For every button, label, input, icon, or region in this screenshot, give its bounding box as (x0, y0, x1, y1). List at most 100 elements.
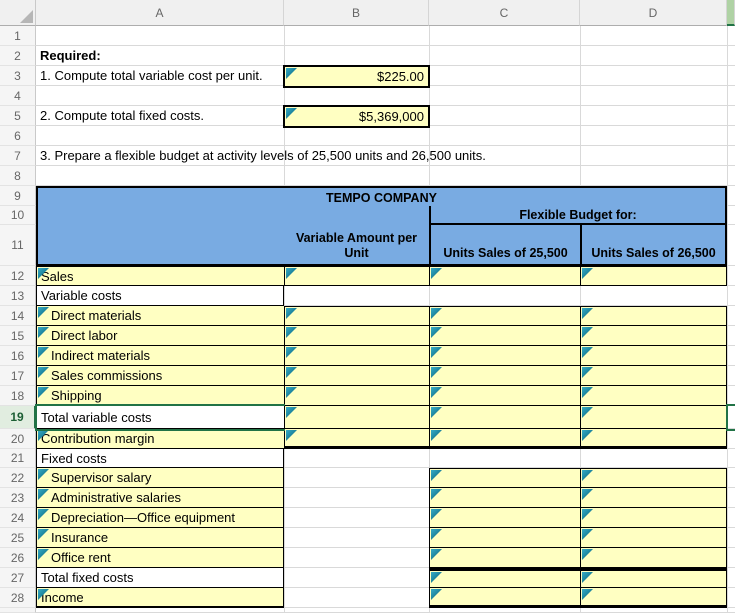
cell-b5-answer-input[interactable]: $5,369,000 (283, 105, 430, 128)
cell-b18-input[interactable] (284, 386, 429, 406)
row-header-22[interactable]: 22 (0, 468, 36, 488)
row-header-13[interactable]: 13 (0, 286, 36, 306)
cell-b3-answer-input[interactable]: $225.00 (283, 65, 430, 88)
variable-amount-header-cell[interactable]: Variable Amount per Unit (284, 225, 429, 264)
column-header-e[interactable] (727, 0, 735, 26)
cell-a12[interactable]: Sales (36, 266, 284, 286)
select-all-button[interactable] (0, 0, 36, 26)
row-header-27[interactable]: 27 (0, 568, 36, 588)
cell-c24-input[interactable] (429, 508, 580, 528)
table-title-cell[interactable]: TEMPO COMPANY (38, 188, 725, 207)
row-header-4[interactable]: 4 (0, 86, 36, 106)
cell-b19-input[interactable] (284, 406, 429, 429)
cell-a27[interactable]: Total fixed costs (36, 568, 284, 588)
cell-c28-input[interactable] (429, 588, 580, 608)
cell-a23[interactable]: Administrative salaries (36, 488, 284, 508)
row-header-11[interactable]: 11 (0, 225, 36, 266)
cell-d26-input[interactable] (580, 548, 727, 568)
cell-c12-input[interactable] (429, 266, 580, 286)
row-header-29[interactable] (0, 608, 36, 613)
cell-a14[interactable]: Direct materials (36, 306, 284, 326)
cell-c25-input[interactable] (429, 528, 580, 548)
cell-d22-input[interactable] (580, 468, 727, 488)
row-header-28[interactable]: 28 (0, 588, 36, 608)
cell-c27-input[interactable] (429, 568, 580, 588)
cell-c20-input[interactable] (429, 429, 580, 449)
cell-a17[interactable]: Sales commissions (36, 366, 284, 386)
cell-c17-input[interactable] (429, 366, 580, 386)
cell-a3-question1[interactable]: 1. Compute total variable cost per unit. (40, 66, 263, 86)
cell-a5-question2[interactable]: 2. Compute total fixed costs. (40, 106, 204, 126)
row-header-2[interactable]: 2 (0, 46, 36, 66)
row-header-3[interactable]: 3 (0, 66, 36, 86)
cell-a16[interactable]: Indirect materials (36, 346, 284, 366)
row-header-9[interactable]: 9 (0, 186, 36, 206)
column-header-b[interactable]: B (284, 0, 429, 26)
units-25500-header-cell[interactable]: Units Sales of 25,500 (429, 225, 580, 264)
cell-a26[interactable]: Office rent (36, 548, 284, 568)
cell-d17-input[interactable] (580, 366, 727, 386)
cell-a28[interactable]: Income (36, 588, 284, 608)
cell-b14-input[interactable] (284, 306, 429, 326)
cell-d16-input[interactable] (580, 346, 727, 366)
cell-a18[interactable]: Shipping (36, 386, 284, 406)
row-header-16[interactable]: 16 (0, 346, 36, 366)
cell-a25[interactable]: Insurance (36, 528, 284, 548)
cell-d28-input[interactable] (580, 588, 727, 608)
column-header-c[interactable]: C (429, 0, 580, 26)
row-header-24[interactable]: 24 (0, 508, 36, 528)
row-header-21[interactable]: 21 (0, 449, 36, 468)
cell-d18-input[interactable] (580, 386, 727, 406)
cell-c16-input[interactable] (429, 346, 580, 366)
cell-d23-input[interactable] (580, 488, 727, 508)
row-header-14[interactable]: 14 (0, 306, 36, 326)
flexible-budget-header-cell[interactable]: Flexible Budget for: (429, 206, 725, 225)
cell-b17-input[interactable] (284, 366, 429, 386)
cell-b15-input[interactable] (284, 326, 429, 346)
row-header-25[interactable]: 25 (0, 528, 36, 548)
row-header-12[interactable]: 12 (0, 266, 36, 286)
cell-d14-input[interactable] (580, 306, 727, 326)
units-26500-header-cell[interactable]: Units Sales of 26,500 (580, 225, 725, 264)
cell-a15[interactable]: Direct labor (36, 326, 284, 346)
row-header-7[interactable]: 7 (0, 146, 36, 166)
cell-d12-input[interactable] (580, 266, 727, 286)
cell-a24[interactable]: Depreciation—Office equipment (36, 508, 284, 528)
cell-a21[interactable]: Fixed costs (36, 449, 284, 468)
cell-c15-input[interactable] (429, 326, 580, 346)
row-header-17[interactable]: 17 (0, 366, 36, 386)
column-header-d[interactable]: D (580, 0, 727, 26)
row-header-6[interactable]: 6 (0, 126, 36, 146)
row-header-23[interactable]: 23 (0, 488, 36, 508)
row-header-19[interactable]: 19 (0, 406, 36, 429)
cell-d15-input[interactable] (580, 326, 727, 346)
row-header-20[interactable]: 20 (0, 429, 36, 449)
row-header-1[interactable]: 1 (0, 26, 36, 46)
cell-b16-input[interactable] (284, 346, 429, 366)
cell-d20-input[interactable] (580, 429, 727, 449)
cell-c14-input[interactable] (429, 306, 580, 326)
cell-c19-input[interactable] (429, 406, 580, 429)
cell-c18-input[interactable] (429, 386, 580, 406)
cell-c22-input[interactable] (429, 468, 580, 488)
row-header-26[interactable]: 26 (0, 548, 36, 568)
cell-b20-input[interactable] (284, 429, 429, 449)
cell-a13[interactable]: Variable costs (36, 286, 284, 306)
row-header-5[interactable]: 5 (0, 106, 36, 126)
cell-d24-input[interactable] (580, 508, 727, 528)
row-header-10[interactable]: 10 (0, 206, 36, 225)
cell-c23-input[interactable] (429, 488, 580, 508)
cell-c26-input[interactable] (429, 548, 580, 568)
row-header-8[interactable]: 8 (0, 166, 36, 186)
cell-a7-question3[interactable]: 3. Prepare a flexible budget at activity… (40, 146, 486, 166)
cell-d25-input[interactable] (580, 528, 727, 548)
cell-a20[interactable]: Contribution margin (36, 429, 284, 449)
column-header-a[interactable]: A (36, 0, 284, 26)
row-header-15[interactable]: 15 (0, 326, 36, 346)
cell-d27-input[interactable] (580, 568, 727, 588)
cell-b12-input[interactable] (284, 266, 429, 286)
cell-d19-input[interactable] (580, 406, 727, 429)
cell-a22[interactable]: Supervisor salary (36, 468, 284, 488)
cell-a2-required-label[interactable]: Required: (40, 46, 101, 66)
row-header-18[interactable]: 18 (0, 386, 36, 406)
